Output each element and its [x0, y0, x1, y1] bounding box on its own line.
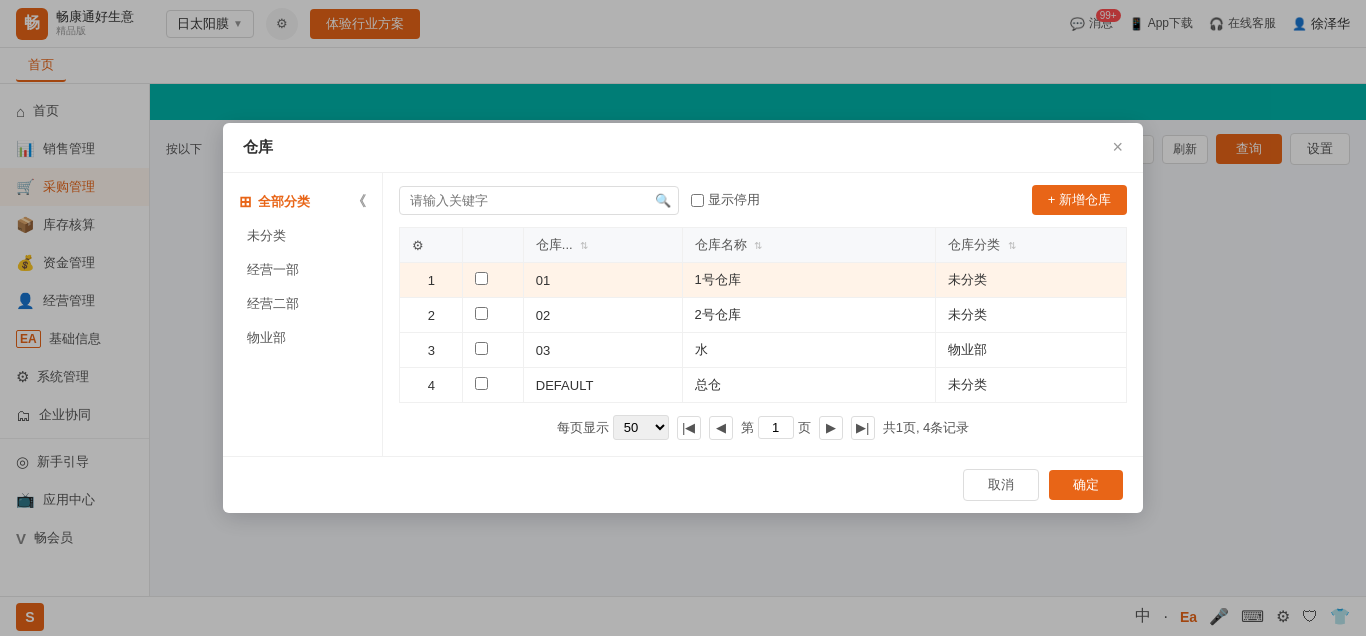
page-label: 第	[741, 419, 754, 437]
page-total: 共1页, 4条记录	[883, 419, 970, 437]
page-size-select: 每页显示 50 10 20 100	[557, 415, 669, 440]
table-container: ⚙ 仓库... ⇅ 仓库名称 ⇅ 仓库分类 ⇅ 1 01 1号仓库 未分类 2	[399, 227, 1127, 403]
dialog-title: 仓库	[243, 138, 273, 157]
row-name: 水	[682, 333, 936, 368]
confirm-button[interactable]: 确定	[1049, 470, 1123, 500]
search-icon[interactable]: 🔍	[655, 193, 671, 208]
row-category: 未分类	[936, 263, 1127, 298]
dialog-body: ⊞ 全部分类 《 未分类 经营一部 经营二部 物业部 🔍	[223, 173, 1143, 456]
dialog-footer: 取消 确定	[223, 456, 1143, 513]
show-disabled-toggle[interactable]: 显示停用	[691, 191, 760, 209]
page-input: 第 页	[741, 416, 811, 439]
row-category: 未分类	[936, 368, 1127, 403]
close-button[interactable]: ×	[1112, 137, 1123, 158]
last-page-button[interactable]: ▶|	[851, 416, 875, 440]
row-num: 2	[400, 298, 463, 333]
show-disabled-label: 显示停用	[708, 191, 760, 209]
show-disabled-checkbox[interactable]	[691, 194, 704, 207]
row-name: 总仓	[682, 368, 936, 403]
page-number-input[interactable]	[758, 416, 794, 439]
search-input-wrap: 🔍	[399, 186, 679, 215]
grid-icon: ⊞	[239, 193, 252, 211]
prev-page-button[interactable]: ◀	[709, 416, 733, 440]
dialog-header: 仓库 ×	[223, 123, 1143, 173]
category-item-property[interactable]: 物业部	[223, 321, 382, 355]
table-row[interactable]: 2 02 2号仓库 未分类	[400, 298, 1127, 333]
add-warehouse-button[interactable]: + 新增仓库	[1032, 185, 1127, 215]
th-name: 仓库名称 ⇅	[682, 228, 936, 263]
row-code: 01	[523, 263, 682, 298]
dialog-overlay: 仓库 × ⊞ 全部分类 《 未分类 经营一部 经营二部 物业部	[0, 0, 1366, 636]
table-row[interactable]: 1 01 1号仓库 未分类	[400, 263, 1127, 298]
row-code: 03	[523, 333, 682, 368]
th-category: 仓库分类 ⇅	[936, 228, 1127, 263]
per-page-label: 每页显示	[557, 419, 609, 437]
row-num: 4	[400, 368, 463, 403]
category-item-operation2[interactable]: 经营二部	[223, 287, 382, 321]
search-input[interactable]	[399, 186, 679, 215]
row-code: 02	[523, 298, 682, 333]
cancel-button[interactable]: 取消	[963, 469, 1039, 501]
pagination: 每页显示 50 10 20 100 |◀ ◀ 第 页	[399, 403, 1127, 444]
row-check[interactable]	[463, 263, 523, 298]
row-check[interactable]	[463, 298, 523, 333]
row-name: 2号仓库	[682, 298, 936, 333]
th-check	[463, 228, 523, 263]
collapse-icon[interactable]: 《	[352, 193, 366, 211]
row-category: 物业部	[936, 333, 1127, 368]
row-num: 3	[400, 333, 463, 368]
warehouse-table: ⚙ 仓库... ⇅ 仓库名称 ⇅ 仓库分类 ⇅ 1 01 1号仓库 未分类 2	[399, 227, 1127, 403]
category-panel: ⊞ 全部分类 《 未分类 经营一部 经营二部 物业部	[223, 173, 383, 456]
row-name: 1号仓库	[682, 263, 936, 298]
category-header-label: 全部分类	[258, 193, 310, 211]
row-num: 1	[400, 263, 463, 298]
warehouse-dialog: 仓库 × ⊞ 全部分类 《 未分类 经营一部 经营二部 物业部	[223, 123, 1143, 513]
next-page-button[interactable]: ▶	[819, 416, 843, 440]
row-code: DEFAULT	[523, 368, 682, 403]
table-panel: 🔍 显示停用 + 新增仓库 ⚙	[383, 173, 1143, 456]
first-page-button[interactable]: |◀	[677, 416, 701, 440]
row-category: 未分类	[936, 298, 1127, 333]
th-code: 仓库... ⇅	[523, 228, 682, 263]
row-check[interactable]	[463, 368, 523, 403]
table-toolbar: 🔍 显示停用 + 新增仓库	[399, 185, 1127, 215]
table-row[interactable]: 4 DEFAULT 总仓 未分类	[400, 368, 1127, 403]
category-item-unclassified[interactable]: 未分类	[223, 219, 382, 253]
category-header[interactable]: ⊞ 全部分类 《	[223, 185, 382, 219]
table-row[interactable]: 3 03 水 物业部	[400, 333, 1127, 368]
per-page-dropdown[interactable]: 50 10 20 100	[613, 415, 669, 440]
row-check[interactable]	[463, 333, 523, 368]
th-settings: ⚙	[400, 228, 463, 263]
page-suffix: 页	[798, 419, 811, 437]
category-item-operation1[interactable]: 经营一部	[223, 253, 382, 287]
